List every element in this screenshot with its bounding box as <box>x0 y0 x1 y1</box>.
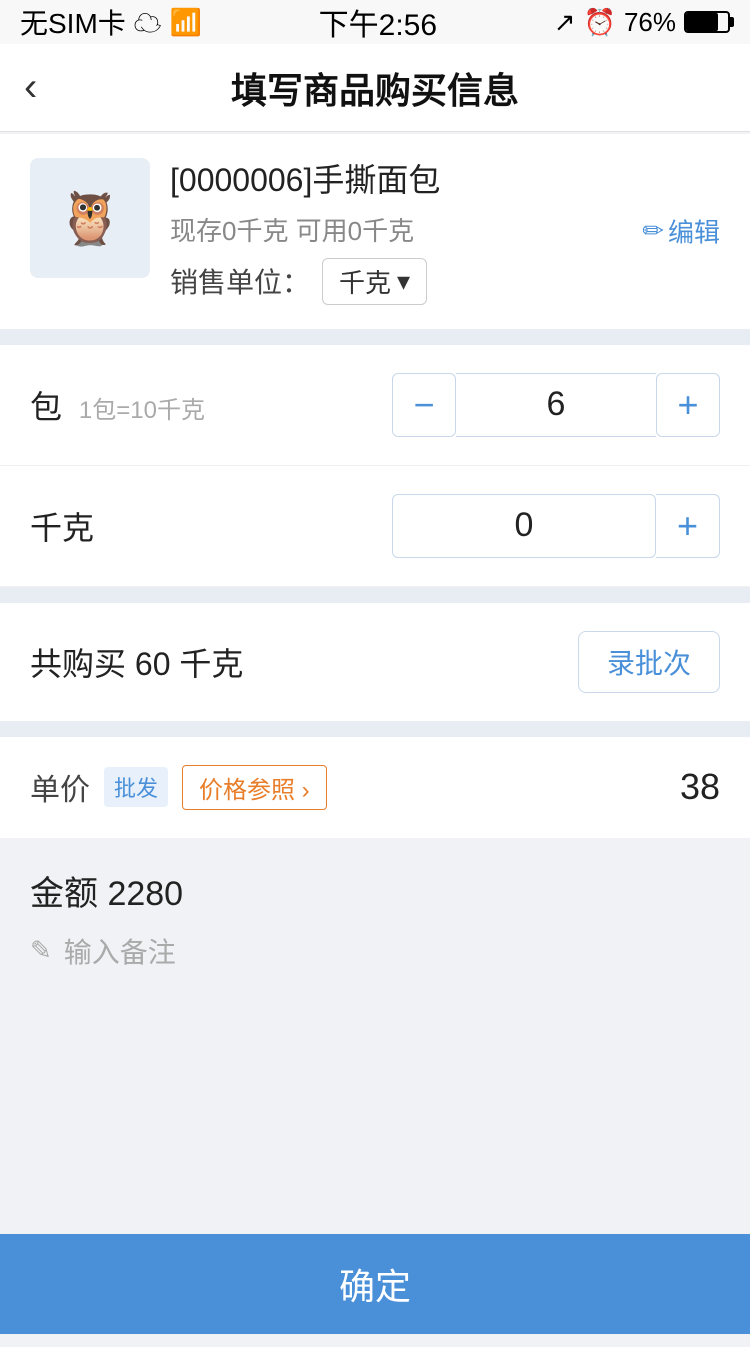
divider-3 <box>0 721 750 737</box>
product-unit-row: 销售单位： 千克 ▾ <box>170 258 720 305</box>
price-value: 38 <box>680 766 720 808</box>
price-ref-button[interactable]: 价格参照 › <box>182 765 327 810</box>
batch-button[interactable]: 录批次 <box>578 631 720 693</box>
bao-stepper: − + <box>392 373 720 437</box>
status-time: 下午2:56 <box>319 0 437 44</box>
confirm-label: 确定 <box>339 1258 411 1310</box>
amount-row: 金额 2280 <box>30 866 720 915</box>
bao-row: 包 1包=10千克 − + <box>0 345 750 466</box>
bao-plus-button[interactable]: + <box>656 373 720 437</box>
product-name: [0000006]手撕面包 <box>170 158 720 203</box>
price-left: 单价 批发 价格参照 › <box>30 765 327 810</box>
confirm-button[interactable]: 确定 <box>0 1234 750 1334</box>
back-button[interactable]: ‹ <box>24 65 37 110</box>
status-left: 无SIM卡 ☁ 📶 <box>20 2 202 42</box>
status-bar: 无SIM卡 ☁ 📶 下午2:56 ↗ ⏰ 76% <box>0 0 750 44</box>
nav-bar: ‹ 填写商品购买信息 <box>0 44 750 132</box>
price-section: 单价 批发 价格参照 › 38 <box>0 737 750 838</box>
unit-label: 销售单位： <box>170 261 310 301</box>
page-title: 填写商品购买信息 <box>231 62 519 114</box>
unit-dropdown[interactable]: 千克 ▾ <box>322 258 427 305</box>
product-thumbnail: 🦉 <box>30 158 150 278</box>
bao-minus-button[interactable]: − <box>392 373 456 437</box>
battery-icon <box>684 11 730 33</box>
unit-value: 千克 <box>339 263 391 300</box>
kg-plus-button[interactable]: + <box>656 494 720 558</box>
alarm-icon: ⏰ <box>584 7 616 38</box>
tag-pifa: 批发 <box>104 767 168 807</box>
status-right: ↗ ⏰ 76% <box>554 7 730 38</box>
total-text: 共购买 60 千克 <box>30 639 243 685</box>
bao-label: 包 1包=10千克 <box>30 382 392 428</box>
amount-value: 2280 <box>107 875 183 913</box>
wifi-icon: 📶 <box>170 7 202 38</box>
edit-label: 编辑 <box>668 213 720 250</box>
kg-row: 千克 + <box>0 466 750 587</box>
product-section: 🦉 [0000006]手撕面包 现存0千克 可用0千克 销售单位： 千克 ▾ ✏… <box>0 134 750 329</box>
kg-label: 千克 <box>30 503 392 549</box>
kg-input[interactable] <box>392 494 656 558</box>
amount-section: 金额 2280 ✎ 输入备注 <box>0 838 750 987</box>
price-label: 单价 <box>30 765 90 809</box>
battery-percent: 76% <box>624 7 676 38</box>
divider-2 <box>0 587 750 603</box>
content-wrap: 🦉 [0000006]手撕面包 现存0千克 可用0千克 销售单位： 千克 ▾ ✏… <box>0 132 750 1347</box>
input-section: 包 1包=10千克 − + 千克 + <box>0 345 750 587</box>
total-row: 共购买 60 千克 录批次 <box>0 603 750 721</box>
location-icon: ↗ <box>554 7 576 38</box>
product-info: [0000006]手撕面包 现存0千克 可用0千克 销售单位： 千克 ▾ <box>170 158 720 305</box>
divider-1 <box>0 329 750 345</box>
bao-input[interactable] <box>456 373 656 437</box>
edit-icon: ✏ <box>642 216 664 247</box>
edit-button[interactable]: ✏ 编辑 <box>642 213 720 250</box>
product-stock: 现存0千克 可用0千克 <box>170 211 720 248</box>
sim-label: 无SIM卡 ☁ <box>20 2 162 42</box>
kg-stepper: + <box>392 494 720 558</box>
product-thumb-icon: 🦉 <box>58 188 123 249</box>
amount-label: 金额 <box>30 875 98 913</box>
note-placeholder: 输入备注 <box>64 931 176 971</box>
pencil-icon: ✎ <box>30 935 52 966</box>
dropdown-arrow-icon: ▾ <box>397 266 410 297</box>
note-row[interactable]: ✎ 输入备注 <box>30 931 720 971</box>
bao-hint: 1包=10千克 <box>79 397 205 424</box>
